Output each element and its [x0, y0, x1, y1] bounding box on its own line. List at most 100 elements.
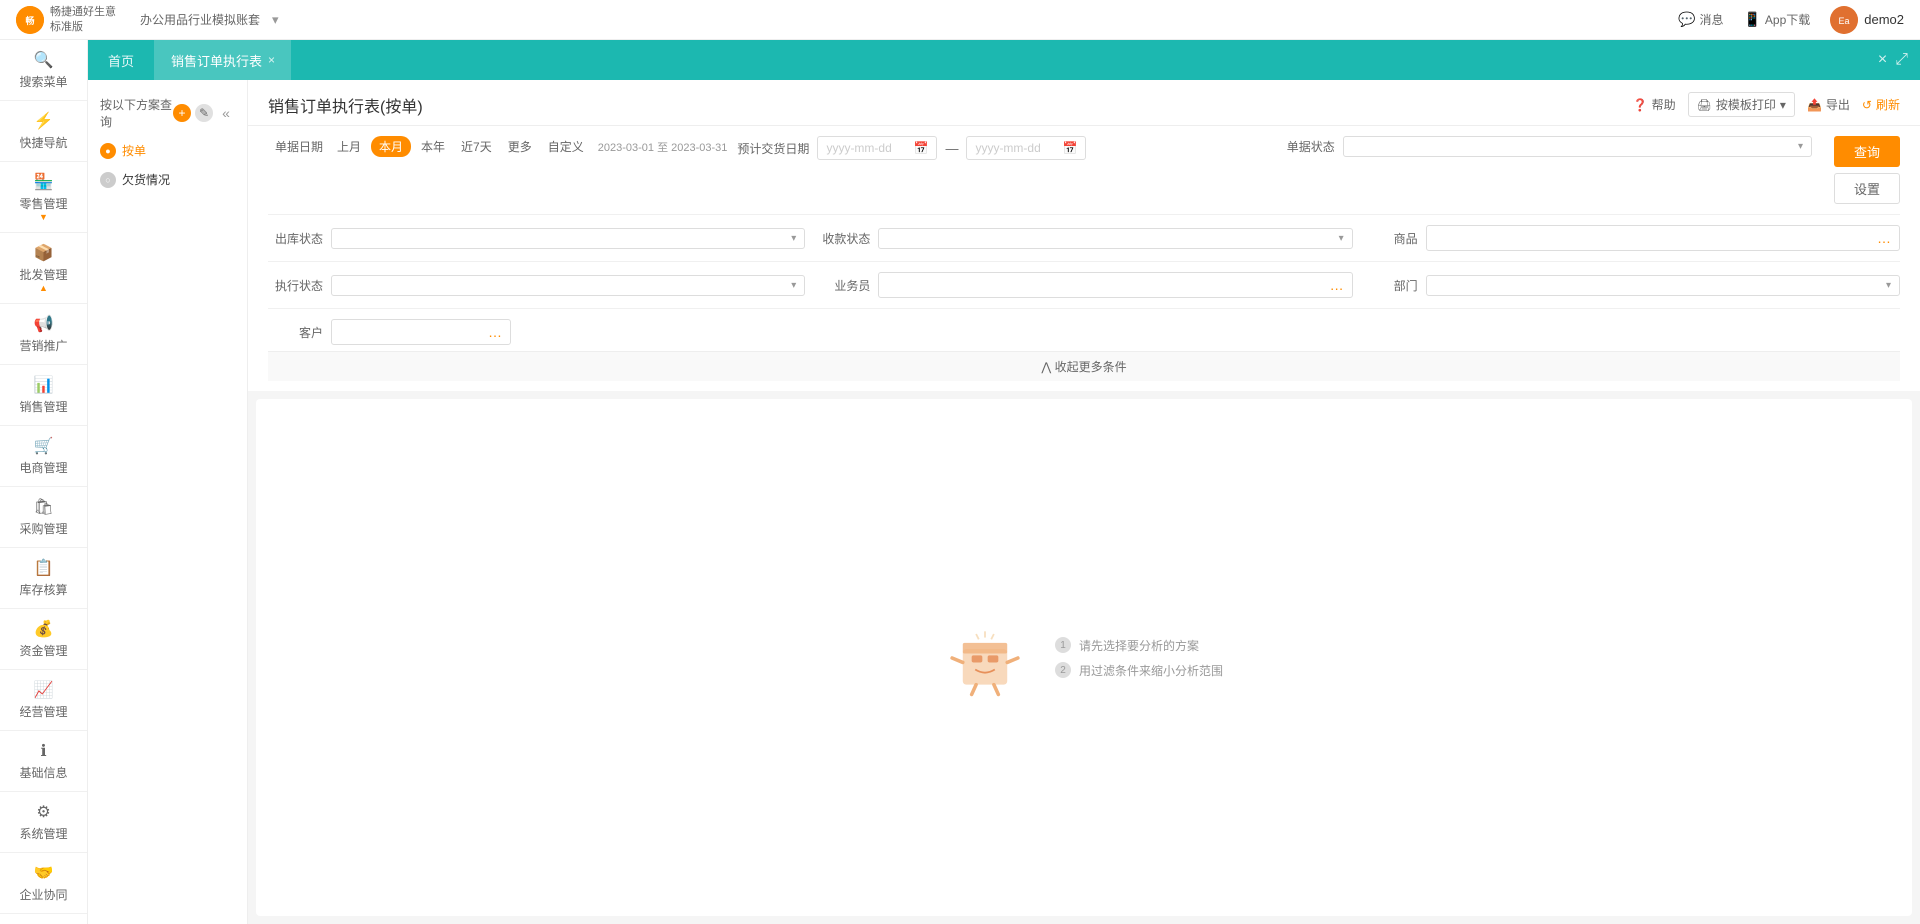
- operations-icon: 📈: [34, 680, 54, 700]
- date-tab-more[interactable]: 更多: [502, 136, 538, 157]
- collapse-panel-button[interactable]: «: [217, 104, 235, 122]
- wholesale-icon: 📦: [34, 243, 54, 263]
- sidebar-item-purchase[interactable]: 🛍 采购管理: [0, 487, 87, 548]
- date-tab-custom[interactable]: 自定义: [542, 136, 590, 157]
- dept-group: 部门 ▾: [1363, 272, 1900, 298]
- sidebar-item-finance[interactable]: 💰 资金管理: [0, 609, 87, 670]
- tab-active[interactable]: 销售订单执行表 ×: [155, 40, 291, 80]
- dept-select[interactable]: ▾: [1426, 275, 1900, 296]
- customer-dots-icon: …: [488, 324, 502, 340]
- salesperson-select[interactable]: …: [878, 272, 1352, 298]
- scheme-item-order[interactable]: ● 按单: [88, 136, 247, 165]
- user-menu[interactable]: Ea demo2: [1830, 6, 1904, 34]
- right-main: 销售订单执行表(按单) ❓ 帮助 🖨 按模板打印 ▾ 📤: [248, 80, 1920, 924]
- page-header: 销售订单执行表(按单) ❓ 帮助 🖨 按模板打印 ▾ 📤: [248, 80, 1920, 126]
- sidebar-item-ecommerce[interactable]: 🛒 电商管理: [0, 426, 87, 487]
- logo-text: 畅捷通好生意 标准版: [50, 5, 116, 34]
- tab-bar: 首页 销售订单执行表 × × ⤢: [88, 40, 1920, 80]
- goods-select[interactable]: …: [1426, 225, 1900, 251]
- quick-nav-icon: ⚡: [34, 111, 54, 131]
- sidebar-item-sales[interactable]: 📊 销售管理: [0, 365, 87, 426]
- sidebar-item-search[interactable]: 🔍 搜索菜单: [0, 40, 87, 101]
- empty-state-inner: 1 请先选择要分析的方案 2 用过滤条件来缩小分析范围: [945, 618, 1223, 698]
- date-tab-last-month[interactable]: 上月: [331, 136, 367, 157]
- scheme-shortage-icon: ○: [100, 172, 116, 188]
- expected-date-label: 预计交货日期: [737, 140, 809, 157]
- goods-group: 商品 …: [1363, 225, 1900, 251]
- marketing-icon: 📢: [34, 314, 54, 334]
- refresh-button[interactable]: ↺ 刷新: [1862, 96, 1900, 113]
- payment-status-label: 收款状态: [815, 230, 870, 247]
- sidebar-item-newbie[interactable]: 🎯 新手引导: [0, 914, 87, 924]
- goods-label: 商品: [1363, 230, 1418, 247]
- date-label: 单据日期: [268, 138, 323, 155]
- settings-button[interactable]: 设置: [1834, 173, 1900, 204]
- empty-tips: 1 请先选择要分析的方案 2 用过滤条件来缩小分析范围: [1055, 637, 1223, 679]
- date-tab-7days[interactable]: 近7天: [455, 136, 498, 157]
- delivery-status-label: 出库状态: [268, 230, 323, 247]
- exec-status-select[interactable]: ▾: [331, 275, 805, 296]
- expected-date-group: 预计交货日期 yyyy-mm-dd 📅 — yyyy-mm-dd 📅: [737, 136, 1269, 160]
- order-status-group: 单据状态 ▾: [1280, 136, 1812, 157]
- tip-num-1: 1: [1055, 637, 1071, 653]
- sidebar-item-system[interactable]: ⚙ 系统管理: [0, 792, 87, 853]
- refresh-icon: ↺: [1862, 98, 1872, 112]
- search-icon: 🔍: [34, 50, 54, 70]
- print-icon: 🖨: [1697, 98, 1712, 112]
- print-button[interactable]: 🖨 按模板打印 ▾: [1688, 92, 1795, 117]
- salesperson-label: 业务员: [815, 277, 870, 294]
- breadcrumb-arrow-icon[interactable]: ▾: [272, 12, 279, 28]
- page-body: 按以下方案查询 + ✎ « ● 按单 ○ 欠货情况: [88, 80, 1920, 924]
- sidebar-item-operations[interactable]: 📈 经营管理: [0, 670, 87, 731]
- sidebar-item-enterprise[interactable]: 🤝 企业协同: [0, 853, 87, 914]
- sidebar-item-marketing[interactable]: 📢 营销推广: [0, 304, 87, 365]
- window-maximize-icon[interactable]: ⤢: [1895, 51, 1908, 69]
- system-icon: ⚙: [36, 802, 50, 822]
- top-header: 畅 畅捷通好生意 标准版 办公用品行业模拟账套 ▾ 💬 消息 📱 App下载 E…: [0, 0, 1920, 40]
- date-tab-this-month[interactable]: 本月: [371, 136, 411, 157]
- sidebar-item-retail[interactable]: 🏪 零售管理 ▼: [0, 162, 87, 233]
- payment-status-select[interactable]: ▾: [878, 228, 1352, 249]
- collapse-chevron-icon: ⋀: [1041, 360, 1054, 374]
- sidebar: 🔍 搜索菜单 ⚡ 快捷导航 🏪 零售管理 ▼ 📦 批发管理 ▲ 📢 营销推广 📊…: [0, 40, 88, 924]
- basic-icon: ℹ: [40, 741, 46, 761]
- app-icon: 📱: [1743, 11, 1760, 28]
- query-button[interactable]: 查询: [1834, 136, 1900, 167]
- calendar-end-icon: 📅: [1062, 141, 1077, 155]
- empty-state: 1 请先选择要分析的方案 2 用过滤条件来缩小分析范围: [256, 399, 1912, 916]
- date-tabs-group: 上月 本月 本年 近7天 更多 自定义: [331, 136, 590, 157]
- tab-close-icon[interactable]: ×: [268, 53, 275, 67]
- customer-select[interactable]: …: [331, 319, 511, 345]
- expected-date-start-input[interactable]: yyyy-mm-dd 📅: [817, 136, 937, 160]
- tip-num-2: 2: [1055, 662, 1071, 678]
- sidebar-item-basic[interactable]: ℹ 基础信息: [0, 731, 87, 792]
- help-button[interactable]: ❓ 帮助: [1633, 96, 1676, 113]
- goods-dots-icon: …: [1877, 230, 1891, 246]
- scheme-order-icon: ●: [100, 143, 116, 159]
- delivery-status-select[interactable]: ▾: [331, 228, 805, 249]
- window-close-icon[interactable]: ×: [1878, 51, 1887, 69]
- scheme-item-shortage[interactable]: ○ 欠货情况: [88, 165, 247, 194]
- dept-chevron-icon: ▾: [1886, 280, 1891, 291]
- collapse-filters-button[interactable]: ⋀ 收起更多条件: [268, 351, 1900, 381]
- delivery-chevron-icon: ▾: [791, 233, 796, 244]
- empty-illustration: [945, 618, 1025, 698]
- sidebar-item-quick-nav[interactable]: ⚡ 快捷导航: [0, 101, 87, 162]
- export-icon: 📤: [1807, 98, 1822, 112]
- page-title: 销售订单执行表(按单): [268, 93, 423, 117]
- app-download-button[interactable]: 📱 App下载: [1743, 11, 1810, 28]
- date-tab-this-year[interactable]: 本年: [415, 136, 451, 157]
- date-separator: —: [945, 141, 958, 156]
- empty-tip-2: 2 用过滤条件来缩小分析范围: [1055, 662, 1223, 679]
- edit-scheme-button[interactable]: ✎: [195, 104, 213, 122]
- logo-area: 畅 畅捷通好生意 标准版: [16, 5, 116, 34]
- tab-home[interactable]: 首页: [88, 40, 155, 80]
- message-button[interactable]: 💬 消息: [1678, 11, 1723, 28]
- expected-date-end-input[interactable]: yyyy-mm-dd 📅: [966, 136, 1086, 160]
- order-status-select[interactable]: ▾: [1343, 136, 1812, 157]
- export-button[interactable]: 📤 导出: [1807, 96, 1850, 113]
- sidebar-item-wholesale[interactable]: 📦 批发管理 ▲: [0, 233, 87, 304]
- sidebar-item-inventory[interactable]: 📋 库存核算: [0, 548, 87, 609]
- retail-icon: 🏪: [34, 172, 54, 192]
- add-scheme-button[interactable]: +: [173, 104, 191, 122]
